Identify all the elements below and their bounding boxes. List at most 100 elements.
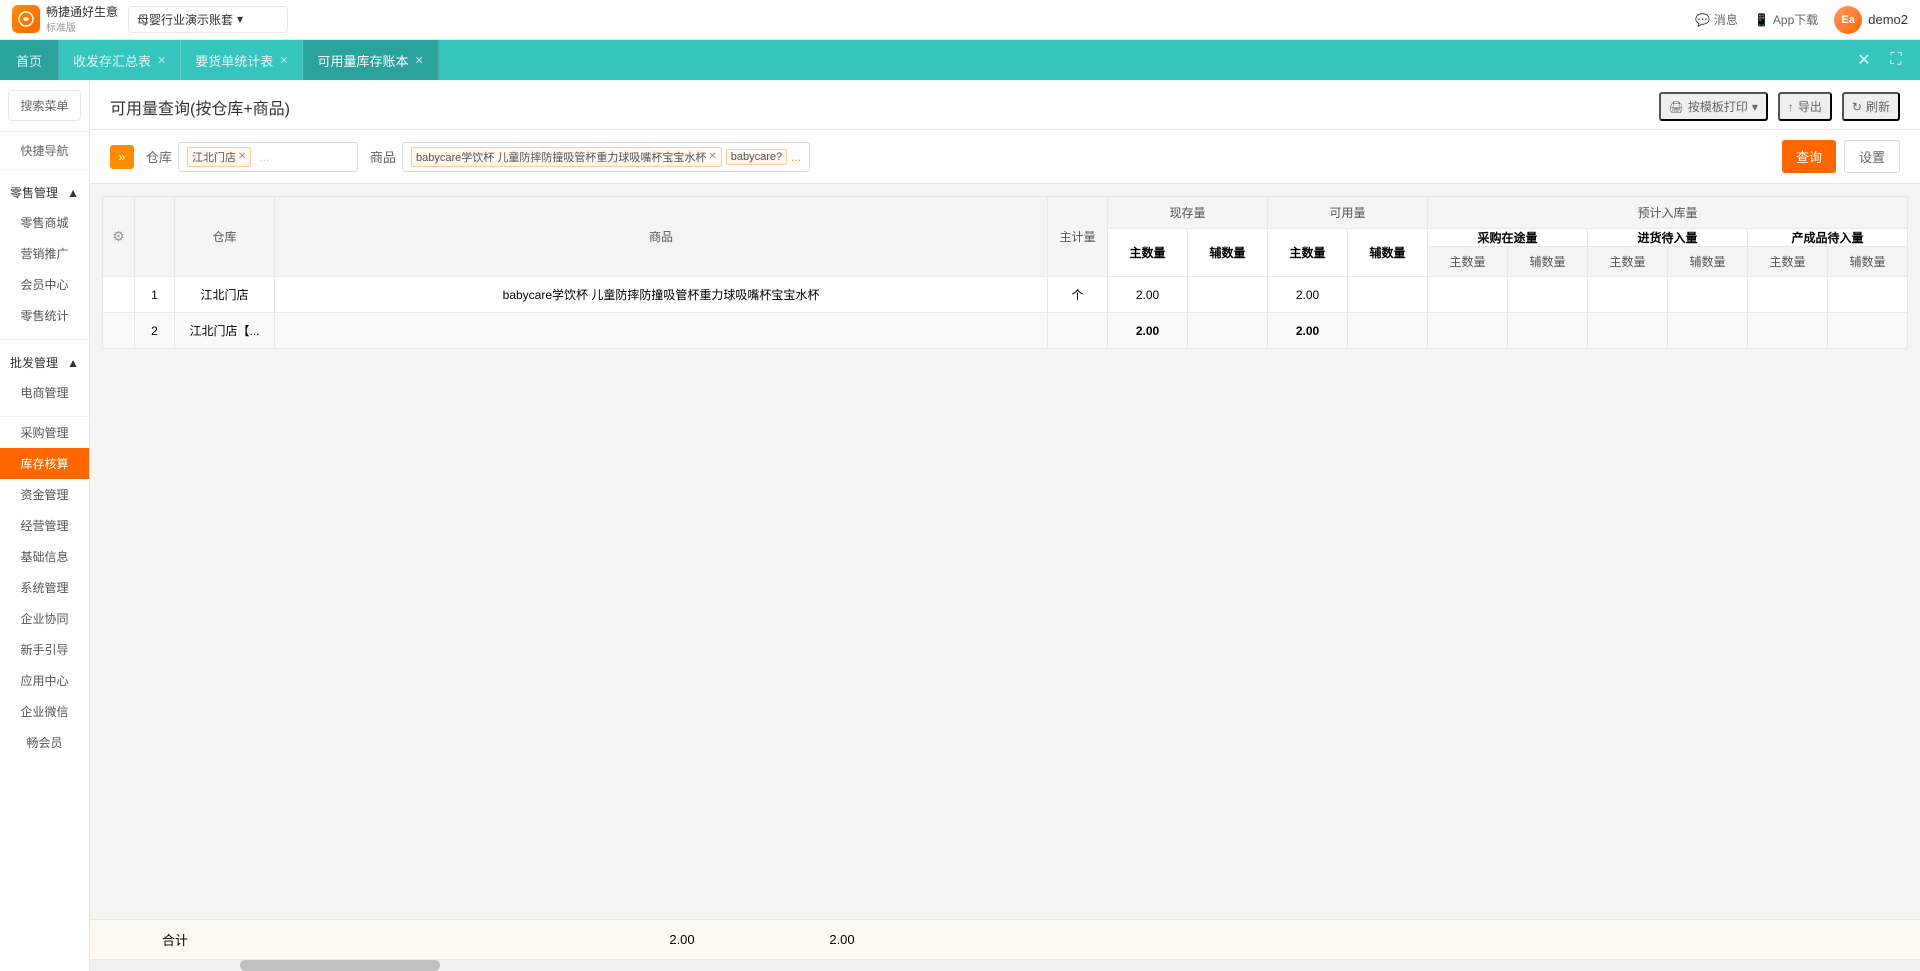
sidebar-item-changyuanvip[interactable]: 畅会员 — [0, 727, 89, 758]
gear-icon[interactable]: ⚙ — [112, 228, 125, 244]
sidebar-item-retail-mall[interactable]: 零售商城 — [0, 207, 89, 238]
search-menu-button[interactable]: 搜索菜单 — [8, 90, 81, 121]
warehouse-filter-input[interactable]: 江北门店 ✕ ... — [178, 142, 358, 172]
warehouse-tag-remove[interactable]: ✕ — [238, 151, 246, 162]
sidebar-item-inventory[interactable]: 库存核算 — [0, 448, 89, 479]
sidebar-section-wholesale-header[interactable]: 批发管理 ▲ — [0, 348, 89, 377]
sidebar-item-enterprise[interactable]: 企业协同 — [0, 603, 89, 634]
cell-pt-aux-2 — [1508, 313, 1588, 349]
th-unit: 主计量 — [1048, 197, 1108, 277]
cell-fin-aux-2 — [1828, 313, 1908, 349]
th-planned-inbound: 预计入库量 — [1428, 197, 1908, 229]
product-more-indicator: ... — [791, 150, 801, 164]
sidebar-item-system[interactable]: 系统管理 — [0, 572, 89, 603]
maximize-button[interactable]: ⛶ — [1884, 48, 1908, 72]
th-warehouse: 仓库 — [175, 197, 275, 277]
logo-subtitle: 标准版 — [46, 19, 118, 34]
export-button[interactable]: ↑ 导出 — [1778, 92, 1832, 121]
cell-stock-aux — [1188, 277, 1268, 313]
sidebar-item-basic-info[interactable]: 基础信息 — [0, 541, 89, 572]
th-gear: ⚙ — [103, 197, 135, 277]
industry-selector[interactable]: 母婴行业演示账套 ▾ — [128, 6, 288, 33]
cell-pt-main — [1428, 277, 1508, 313]
cell-stock-main: 2.00 — [1108, 277, 1188, 313]
refresh-button[interactable]: ↻ 刷新 — [1842, 92, 1900, 121]
th-stock: 现存量 — [1108, 197, 1268, 229]
cell-product-2 — [275, 313, 1048, 349]
filter-actions: 查询 设置 — [1782, 140, 1900, 173]
table-body: 1 江北门店 babycare学饮杯 儿童防摔防撞吸管杯重力球吸嘴杯宝宝水杯 个… — [103, 277, 1908, 349]
cell-in-main-2 — [1588, 313, 1668, 349]
cell-no-2: 2 — [135, 313, 175, 349]
cell-fin-aux — [1828, 277, 1908, 313]
table-container[interactable]: ⚙ 仓库 商品 主计量 现存量 可用量 预计入库量 主数量 辅数量 主数量 — [90, 184, 1920, 919]
close-window-button[interactable]: ✕ — [1852, 48, 1876, 72]
cell-product: babycare学饮杯 儿童防摔防撞吸管杯重力球吸嘴杯宝宝水杯 — [275, 277, 1048, 313]
th-stock-main: 主数量 — [1108, 229, 1188, 277]
cell-in-aux — [1668, 277, 1748, 313]
product-tag-1: babycare学饮杯 儿童防摔防撞吸管杯重力球吸嘴杯宝宝水杯 ✕ — [411, 147, 722, 167]
main-layout: 搜索菜单 快捷导航 零售管理 ▲ 零售商城 营销推广 会员中心 零售统计 批发管… — [0, 80, 1920, 971]
sidebar-item-wechat[interactable]: 企业微信 — [0, 696, 89, 727]
sidebar-item-purchase[interactable]: 采购管理 — [0, 417, 89, 448]
sidebar-item-quick-nav[interactable]: 快捷导航 — [0, 132, 89, 170]
cell-in-main — [1588, 277, 1668, 313]
sidebar-item-marketing[interactable]: 营销推广 — [0, 238, 89, 269]
cell-avail-main: 2.00 — [1268, 277, 1348, 313]
top-header: 畅捷通好生意 标准版 母婴行业演示账套 ▾ 💬 消息 📱 App下载 Ea de… — [0, 0, 1920, 40]
sidebar-item-app-center[interactable]: 应用中心 — [0, 665, 89, 696]
logo-area: 畅捷通好生意 标准版 — [12, 5, 118, 34]
tab-yaohuo[interactable]: 要货单统计表 ✕ — [181, 40, 303, 80]
settings-button[interactable]: 设置 — [1844, 140, 1900, 173]
print-button[interactable]: 🖨 按模板打印 ▾ — [1659, 92, 1768, 121]
cell-unit-2 — [1048, 313, 1108, 349]
tab-shoufacun[interactable]: 收发存汇总表 ✕ — [59, 40, 181, 80]
warehouse-tag-value: 江北门店 — [192, 149, 236, 165]
retail-section-label: 零售管理 — [10, 184, 58, 201]
user-avatar-area[interactable]: Ea demo2 — [1834, 6, 1908, 34]
header-right: 💬 消息 📱 App下载 Ea demo2 — [1695, 6, 1908, 34]
sidebar-item-ecommerce[interactable]: 电商管理 — [0, 377, 89, 408]
app-download-label: App下载 — [1773, 11, 1818, 28]
sidebar-item-retail-stats[interactable]: 零售统计 — [0, 300, 89, 331]
logo-title: 畅捷通好生意 — [46, 5, 118, 19]
sidebar-item-finance[interactable]: 资金管理 — [0, 479, 89, 510]
th-pt-main: 主数量 — [1428, 247, 1508, 277]
tab-keyongliang[interactable]: 可用量库存账本 ✕ — [303, 40, 438, 80]
industry-label: 母婴行业演示账套 — [137, 11, 233, 28]
tab-home-label: 首页 — [16, 51, 42, 70]
product-tag-1-remove[interactable]: ✕ — [708, 151, 716, 162]
sidebar-item-newbie[interactable]: 新手引导 — [0, 634, 89, 665]
message-icon: 💬 — [1695, 13, 1710, 27]
download-icon: 📱 — [1754, 13, 1769, 27]
sidebar-section-retail-header[interactable]: 零售管理 ▲ — [0, 178, 89, 207]
tab-keyongliang-close[interactable]: ✕ — [415, 54, 424, 67]
avatar: Ea — [1834, 6, 1862, 34]
product-filter-label: 商品 — [370, 147, 396, 166]
tab-home[interactable]: 首页 — [0, 40, 59, 80]
message-button[interactable]: 💬 消息 — [1695, 11, 1738, 28]
sidebar-item-member[interactable]: 会员中心 — [0, 269, 89, 300]
filter-expand-button[interactable]: » — [110, 145, 134, 169]
tab-yaohuo-close[interactable]: ✕ — [279, 54, 288, 67]
horizontal-scrollbar[interactable] — [90, 959, 1920, 971]
app-download-button[interactable]: 📱 App下载 — [1754, 11, 1818, 28]
avatar-text: Ea — [1842, 14, 1855, 26]
logo-text-area: 畅捷通好生意 标准版 — [46, 5, 118, 34]
query-button[interactable]: 查询 — [1782, 140, 1836, 173]
sidebar-search-area: 搜索菜单 — [0, 80, 89, 132]
tab-shoufacun-close[interactable]: ✕ — [157, 54, 166, 67]
cell-unit: 个 — [1048, 277, 1108, 313]
cell-warehouse-2: 江北门店【... — [175, 313, 275, 349]
sidebar-item-operations[interactable]: 经营管理 — [0, 510, 89, 541]
table-header-row-1: ⚙ 仓库 商品 主计量 现存量 可用量 预计入库量 — [103, 197, 1908, 229]
product-filter-input[interactable]: babycare学饮杯 儿童防摔防撞吸管杯重力球吸嘴杯宝宝水杯 ✕ babyca… — [402, 142, 810, 172]
product-tag-2: babycare? — [726, 149, 787, 165]
scrollbar-thumb[interactable] — [240, 960, 440, 971]
th-incoming: 进货待入量 — [1588, 229, 1748, 247]
export-icon: ↑ — [1788, 100, 1794, 114]
product-tag-1-value: babycare学饮杯 儿童防摔防撞吸管杯重力球吸嘴杯宝宝水杯 — [416, 149, 706, 165]
th-available-aux: 辅数量 — [1348, 229, 1428, 277]
print-label: 按模板打印 — [1688, 98, 1748, 115]
th-fin-aux: 辅数量 — [1828, 247, 1908, 277]
